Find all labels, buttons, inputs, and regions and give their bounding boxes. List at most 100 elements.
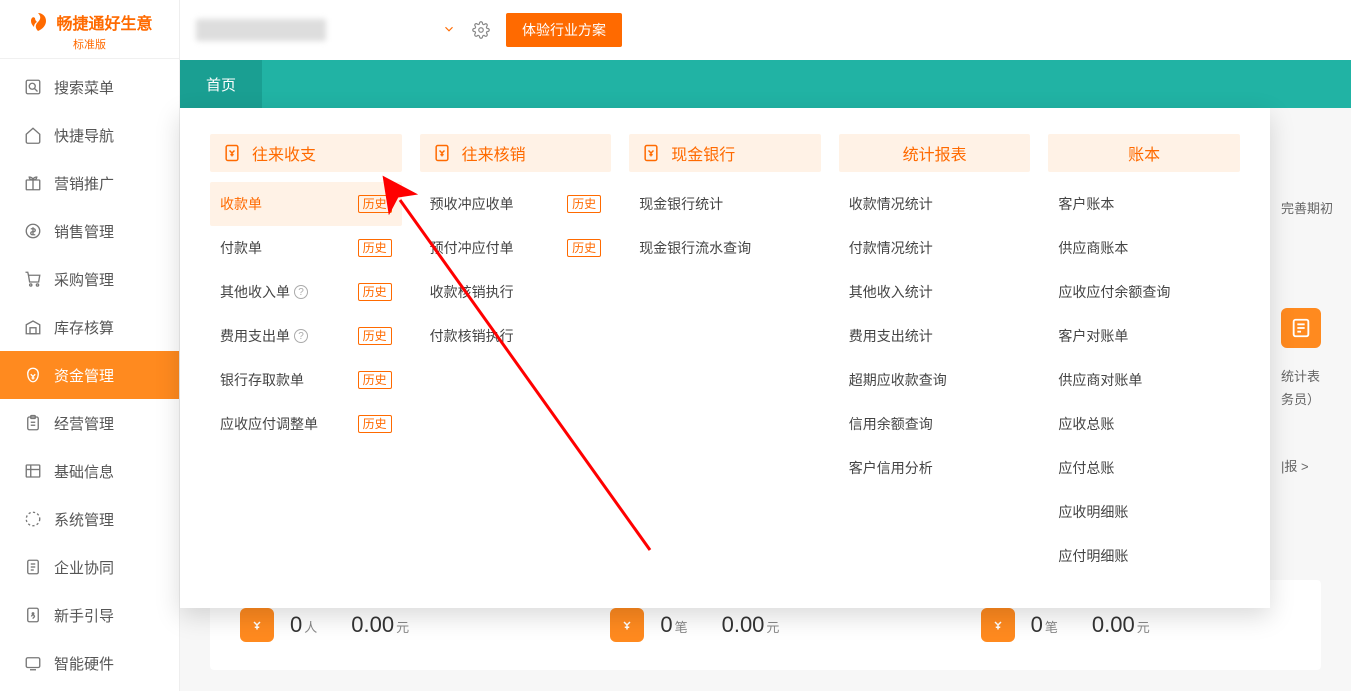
topbar: 体验行业方案 bbox=[180, 0, 1351, 60]
mega-menu-item-label: 客户账本 bbox=[1058, 194, 1114, 214]
report-icon[interactable] bbox=[1281, 308, 1321, 348]
doc-yen-icon bbox=[222, 143, 242, 163]
sidebar-item-10[interactable]: 企业协同 bbox=[0, 543, 179, 591]
mega-menu-item[interactable]: 收款核销执行 bbox=[420, 270, 612, 314]
mega-menu-item[interactable]: 客户信用分析 bbox=[839, 446, 1031, 490]
hint-stat-table-a: 统计表 bbox=[1281, 366, 1320, 385]
sidebar-item-2[interactable]: 营销推广 bbox=[0, 159, 179, 207]
mega-menu-item[interactable]: 费用支出统计 bbox=[839, 314, 1031, 358]
sidebar-item-5[interactable]: 库存核算 bbox=[0, 303, 179, 351]
history-tag[interactable]: 历史 bbox=[567, 195, 601, 213]
stat-count: 0笔 bbox=[1031, 612, 1058, 638]
settings-button[interactable] bbox=[468, 17, 494, 43]
help-icon[interactable]: ? bbox=[294, 285, 308, 299]
sidebar-item-6[interactable]: 资金管理 bbox=[0, 351, 179, 399]
hint-report-link[interactable]: |报 > bbox=[1281, 456, 1309, 475]
mega-menu-item-label: 收款情况统计 bbox=[849, 194, 933, 214]
mega-menu-item[interactable]: 付款单历史 bbox=[210, 226, 402, 270]
sidebar-item-9[interactable]: 系统管理 bbox=[0, 495, 179, 543]
stat-amount: 0.00元 bbox=[1092, 612, 1150, 638]
mega-menu-col-4: 账本客户账本供应商账本应收应付余额查询客户对账单供应商对账单应收总账应付总账应收… bbox=[1048, 134, 1240, 582]
doc-icon bbox=[24, 558, 42, 576]
sidebar-item-7[interactable]: 经营管理 bbox=[0, 399, 179, 447]
mega-menu-item[interactable]: 应收应付余额查询 bbox=[1048, 270, 1240, 314]
cta-button[interactable]: 体验行业方案 bbox=[506, 13, 622, 47]
history-tag[interactable]: 历史 bbox=[358, 239, 392, 257]
history-tag[interactable]: 历史 bbox=[567, 239, 601, 257]
sidebar-item-0[interactable]: 搜索菜单 bbox=[0, 63, 179, 111]
sidebar-item-label: 快捷导航 bbox=[54, 125, 114, 146]
mega-menu-item[interactable]: 超期应收款查询 bbox=[839, 358, 1031, 402]
sidebar-item-4[interactable]: 采购管理 bbox=[0, 255, 179, 303]
mega-menu-item[interactable]: 供应商账本 bbox=[1048, 226, 1240, 270]
mega-menu-item-label: 现金银行流水查询 bbox=[639, 238, 751, 258]
mega-menu-item-label: 信用余额查询 bbox=[849, 414, 933, 434]
mega-menu-item-label: 应收明细账 bbox=[1058, 502, 1128, 522]
mega-menu-item[interactable]: 应收总账 bbox=[1048, 402, 1240, 446]
mega-menu-item-label: 付款核销执行 bbox=[430, 326, 514, 346]
mega-menu-header: 现金银行 bbox=[629, 134, 821, 172]
brand-title: 畅捷通好生意 bbox=[56, 10, 152, 34]
stat-amount: 0.00元 bbox=[351, 612, 409, 638]
stat-icon bbox=[240, 608, 274, 642]
mega-menu-item[interactable]: 应付明细账 bbox=[1048, 534, 1240, 578]
mega-menu-item[interactable]: 预付冲应付单 历史 bbox=[420, 226, 612, 270]
stat-count: 0笔 bbox=[660, 612, 687, 638]
mega-menu-item[interactable]: 付款情况统计 bbox=[839, 226, 1031, 270]
mega-menu-item-label: 供应商账本 bbox=[1058, 238, 1128, 258]
mega-menu-item[interactable]: 客户账本 bbox=[1048, 182, 1240, 226]
tab-home[interactable]: 首页 bbox=[180, 60, 262, 108]
help-icon[interactable]: ? bbox=[294, 329, 308, 343]
sidebar-item-11[interactable]: 新手引导 bbox=[0, 591, 179, 639]
sidebar-nav: 搜索菜单快捷导航营销推广销售管理采购管理库存核算资金管理经营管理基础信息系统管理… bbox=[0, 59, 179, 687]
sidebar-item-label: 新手引导 bbox=[54, 605, 114, 626]
mega-menu-item[interactable]: 收款单 历史 bbox=[210, 182, 402, 226]
mega-menu-item[interactable]: 应收明细账 bbox=[1048, 490, 1240, 534]
mega-menu: 往来收支收款单历史付款单历史其他收入单?历史费用支出单?历史银行存取款单历史应收… bbox=[180, 108, 1270, 608]
mega-menu-item-label: 费用支出单? bbox=[220, 326, 308, 346]
mega-menu-col-0: 往来收支收款单历史付款单历史其他收入单?历史费用支出单?历史银行存取款单历史应收… bbox=[210, 134, 402, 582]
cart-icon bbox=[24, 270, 42, 288]
clipboard-icon bbox=[24, 414, 42, 432]
mega-menu-item[interactable]: 银行存取款单历史 bbox=[210, 358, 402, 402]
stat-amount: 0.00元 bbox=[722, 612, 780, 638]
sidebar-item-1[interactable]: 快捷导航 bbox=[0, 111, 179, 159]
mega-menu-item[interactable]: 费用支出单? 历史 bbox=[210, 314, 402, 358]
mega-menu-item[interactable]: 客户对账单 bbox=[1048, 314, 1240, 358]
sidebar-item-3[interactable]: 销售管理 bbox=[0, 207, 179, 255]
brand-subtitle: 标准版 bbox=[73, 36, 106, 52]
mega-menu-item[interactable]: 其他收入统计 bbox=[839, 270, 1031, 314]
mega-menu-item-label: 收款单 bbox=[220, 194, 262, 214]
history-tag[interactable]: 历史 bbox=[358, 415, 392, 433]
mega-menu-item-label: 收款核销执行 bbox=[430, 282, 514, 302]
mega-menu-item[interactable]: 现金银行流水查询 bbox=[629, 226, 821, 270]
mega-menu-item[interactable]: 其他收入单?历史 bbox=[210, 270, 402, 314]
history-tag[interactable]: 历史 bbox=[358, 195, 392, 213]
history-tag[interactable]: 历史 bbox=[358, 371, 392, 389]
mega-menu-header-label: 往来收支 bbox=[252, 141, 316, 165]
hint-perfect-opening: 完善期初 bbox=[1281, 198, 1333, 217]
mega-menu-item[interactable]: 应付总账 bbox=[1048, 446, 1240, 490]
sidebar-item-8[interactable]: 基础信息 bbox=[0, 447, 179, 495]
org-selector[interactable] bbox=[196, 19, 456, 41]
tv-icon bbox=[24, 654, 42, 672]
mega-menu-item[interactable]: 信用余额查询 bbox=[839, 402, 1031, 446]
mega-menu-header: 统计报表 bbox=[839, 134, 1031, 172]
mega-menu-item-label: 其他收入统计 bbox=[849, 282, 933, 302]
stat-icon bbox=[981, 608, 1015, 642]
sidebar-item-label: 经营管理 bbox=[54, 413, 114, 434]
mega-menu-item[interactable]: 应收应付调整单历史 bbox=[210, 402, 402, 446]
history-tag[interactable]: 历史 bbox=[358, 327, 392, 345]
right-hint-strip: 完善期初 bbox=[1281, 198, 1351, 217]
mega-menu-item[interactable]: 现金银行统计 bbox=[629, 182, 821, 226]
mega-menu-item[interactable]: 收款情况统计 bbox=[839, 182, 1031, 226]
mega-menu-item[interactable]: 供应商对账单 bbox=[1048, 358, 1240, 402]
mega-menu-item-label: 费用支出统计 bbox=[849, 326, 933, 346]
mega-menu-item-label: 预付冲应付单 bbox=[430, 238, 514, 258]
history-tag[interactable]: 历史 bbox=[358, 283, 392, 301]
sidebar-item-12[interactable]: 智能硬件 bbox=[0, 639, 179, 687]
mega-menu-item-label: 应付总账 bbox=[1058, 458, 1114, 478]
mega-menu-item[interactable]: 预收冲应收单 历史 bbox=[420, 182, 612, 226]
mega-menu-item-label: 预收冲应收单 bbox=[430, 194, 514, 214]
mega-menu-item[interactable]: 付款核销执行 bbox=[420, 314, 612, 358]
